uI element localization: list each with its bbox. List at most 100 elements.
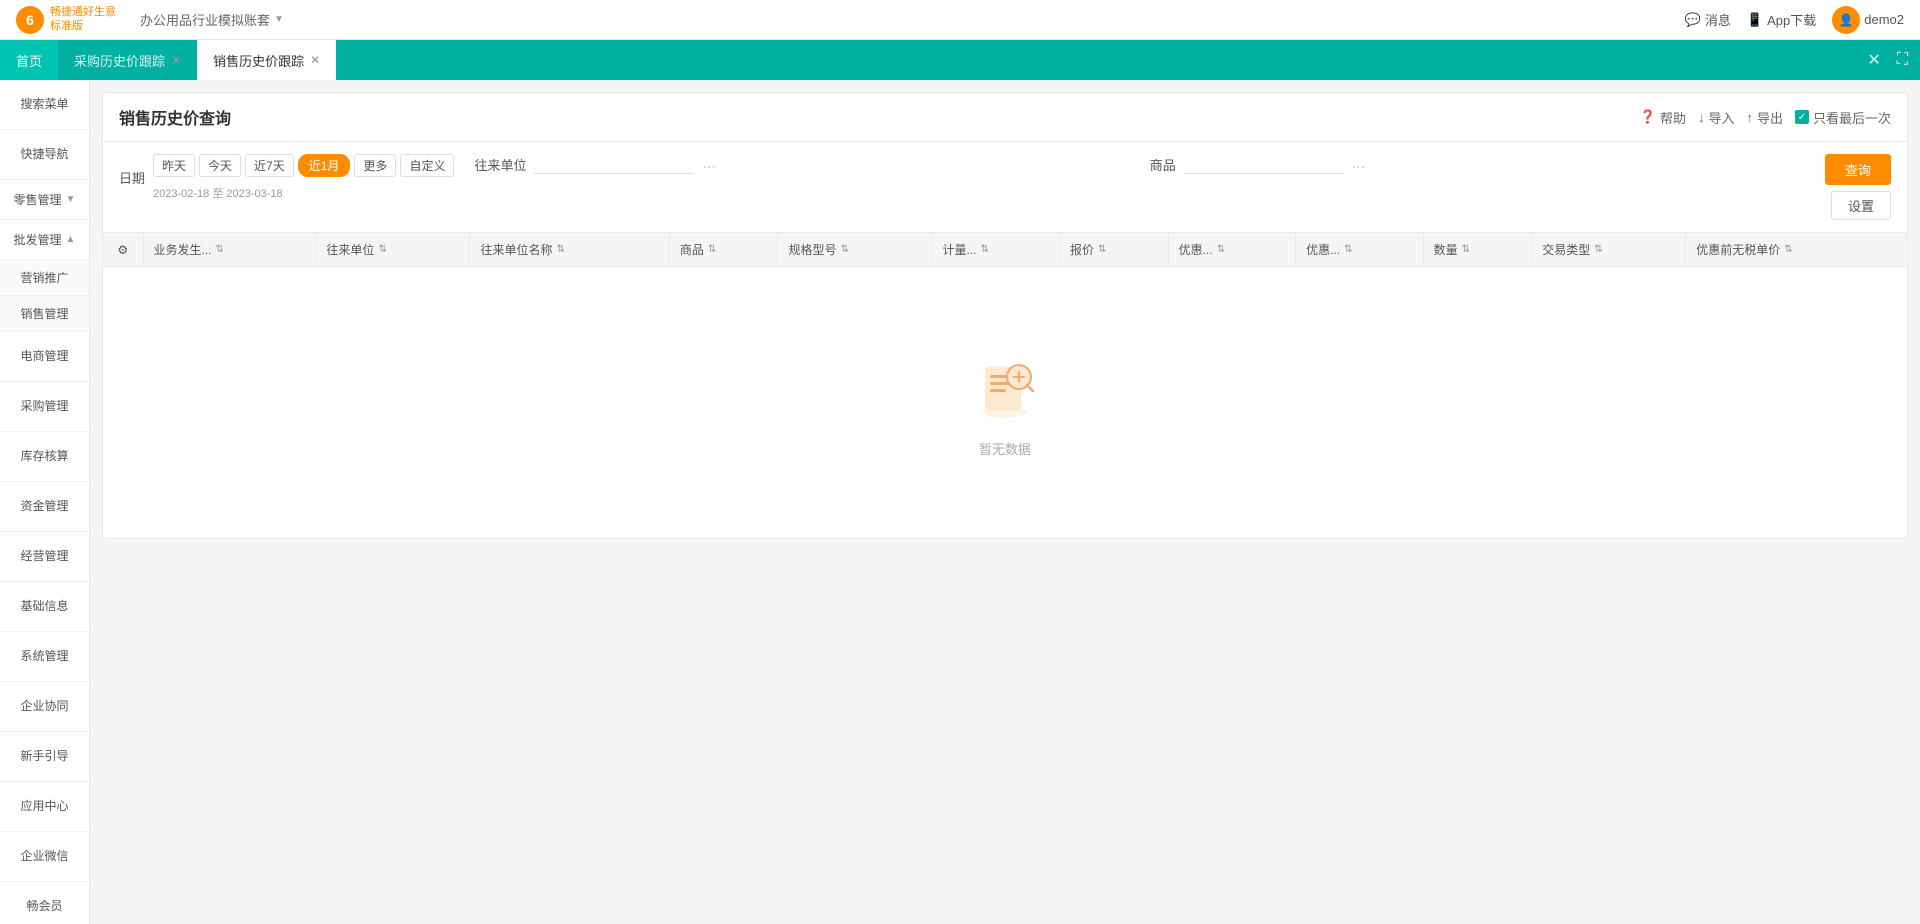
sidebar-vipmember-label: 畅会员 <box>26 899 62 915</box>
export-btn[interactable]: ↑ 导出 <box>1746 108 1783 127</box>
date-btn-7days[interactable]: 近7天 <box>245 154 294 177</box>
date-filter-group: 日期 昨天 今天 近7天 近1月 更多 自定义 2023-02-18 至 202… <box>119 154 454 201</box>
date-btn-more[interactable]: 更多 <box>354 154 396 177</box>
filter-area: 日期 昨天 今天 近7天 近1月 更多 自定义 2023-02-18 至 202… <box>103 142 1907 233</box>
goods-dots-btn[interactable]: ... <box>1352 155 1365 173</box>
empty-illustration <box>965 347 1045 427</box>
sidebar-corpcollab-label: 企业协同 <box>20 699 68 715</box>
user-area[interactable]: 👤 demo2 <box>1832 6 1904 34</box>
sidebar-operations-label: 经营管理 <box>20 549 68 565</box>
only-last-area[interactable]: ✓ 只看最后一次 <box>1795 108 1891 127</box>
th-settings[interactable]: ⚙ <box>103 233 143 267</box>
help-btn[interactable]: ❓ 帮助 <box>1640 108 1686 127</box>
sort-icon-counterpart-name: ⇅ <box>556 244 564 255</box>
setting-button[interactable]: 设置 <box>1831 191 1891 220</box>
th-counterpart-code[interactable]: 往来单位 ⇅ <box>316 233 470 267</box>
logo-text: 畅捷通好生意 标准版 <box>50 6 116 32</box>
app-download-action[interactable]: 📱 App下载 <box>1747 10 1816 29</box>
message-icon: 💬 <box>1685 12 1701 28</box>
sidebar-marketing-label: 营销推广 <box>20 269 68 286</box>
sidebar-inventory-label: 库存核算 <box>20 449 68 465</box>
help-icon: ❓ <box>1640 109 1656 125</box>
dropdown-icon: ▼ <box>274 14 284 25</box>
sidebar-item-corp-wechat[interactable]: 企业微信 <box>0 832 89 882</box>
goods-filter-group: 商品 ... <box>1150 154 1805 174</box>
chevron-up-icon: ▲ <box>66 234 76 245</box>
phone-icon: 📱 <box>1747 12 1763 28</box>
page-card: 销售历史价查询 ❓ 帮助 ↓ 导入 ↑ 导出 ✓ <box>102 92 1908 539</box>
sidebar-item-purchase-mgmt[interactable]: 采购管理 <box>0 382 89 432</box>
date-btn-custom[interactable]: 自定义 <box>400 154 454 177</box>
sidebar-quicknav-label: 快捷导航 <box>20 147 68 163</box>
sidebar-item-system-mgmt[interactable]: 系统管理 <box>0 632 89 682</box>
sort-icon-spec: ⇅ <box>840 244 848 255</box>
filter-actions: 查询 设置 <box>1825 154 1891 220</box>
tab-home-label: 首页 <box>16 51 42 70</box>
th-discount1[interactable]: 优惠... ⇅ <box>1168 233 1296 267</box>
tab-sales-close[interactable]: ✕ <box>310 54 320 66</box>
sidebar-item-retail-mgmt[interactable]: 零售管理 ▼ <box>0 180 89 220</box>
date-btn-today[interactable]: 今天 <box>199 154 241 177</box>
tab-close-all-btn[interactable]: ✕ <box>1863 46 1884 74</box>
sidebar: 搜索菜单 快捷导航 零售管理 ▼ 批发管理 ▲ 营销推广 销售管理 电商管理 采… <box>0 80 90 924</box>
date-btn-yesterday[interactable]: 昨天 <box>153 154 195 177</box>
tab-sales-history[interactable]: 销售历史价跟踪 ✕ <box>197 40 336 80</box>
th-discount2[interactable]: 优惠... ⇅ <box>1296 233 1424 267</box>
app-title: 办公用品行业模拟账套 <box>140 10 270 29</box>
sidebar-item-finance[interactable]: 资金管理 <box>0 482 89 532</box>
header-right: 💬 消息 📱 App下载 👤 demo2 <box>1685 6 1904 34</box>
date-buttons: 昨天 今天 近7天 近1月 更多 自定义 <box>153 154 454 177</box>
import-btn[interactable]: ↓ 导入 <box>1698 108 1735 127</box>
tab-sales-label: 销售历史价跟踪 <box>213 51 304 70</box>
sidebar-item-ecommerce[interactable]: 电商管理 <box>0 332 89 382</box>
header-left: 6 畅捷通好生意 标准版 办公用品行业模拟账套 ▼ <box>16 6 284 34</box>
date-btn-1month[interactable]: 近1月 <box>298 154 351 177</box>
sidebar-ecommerce-label: 电商管理 <box>20 349 68 365</box>
th-price[interactable]: 报价 ⇅ <box>1059 233 1168 267</box>
sort-icon-trade-type: ⇅ <box>1594 244 1602 255</box>
th-pretax-price[interactable]: 优惠前无税单价 ⇅ <box>1686 233 1907 267</box>
import-icon: ↓ <box>1698 110 1705 125</box>
sidebar-purchase-label: 采购管理 <box>20 399 68 415</box>
sort-icon-biz-date: ⇅ <box>216 244 224 255</box>
date-range-text: 2023-02-18 至 2023-03-18 <box>153 185 454 201</box>
counterpart-filter-group: 往来单位 ... <box>474 154 1129 174</box>
only-last-checkbox[interactable]: ✓ <box>1795 110 1809 124</box>
sidebar-item-vip-member[interactable]: 畅会员 <box>0 882 89 924</box>
th-quantity[interactable]: 数量 ⇅ <box>1423 233 1532 267</box>
sort-icon-goods: ⇅ <box>708 244 716 255</box>
app-title-area[interactable]: 办公用品行业模拟账套 ▼ <box>140 10 284 29</box>
tab-purchase-close[interactable]: ✕ <box>171 54 181 66</box>
th-spec[interactable]: 规格型号 ⇅ <box>778 233 932 267</box>
username: demo2 <box>1864 12 1904 27</box>
th-counterpart-name[interactable]: 往来单位名称 ⇅ <box>470 233 669 267</box>
tab-home[interactable]: 首页 <box>0 40 58 80</box>
goods-input[interactable] <box>1184 154 1344 174</box>
sidebar-item-corp-collab[interactable]: 企业协同 <box>0 682 89 732</box>
sidebar-item-new-guide[interactable]: 新手引导 <box>0 732 89 782</box>
tab-fullscreen-btn[interactable]: ⛶ <box>1893 47 1912 73</box>
sidebar-item-operations[interactable]: 经营管理 <box>0 532 89 582</box>
top-header: 6 畅捷通好生意 标准版 办公用品行业模拟账套 ▼ 💬 消息 📱 App下载 👤… <box>0 0 1920 40</box>
sidebar-item-wholesale-mgmt[interactable]: 批发管理 ▲ <box>0 220 89 260</box>
sidebar-item-search-menu[interactable]: 搜索菜单 <box>0 80 89 130</box>
counterpart-input[interactable] <box>534 154 694 174</box>
th-goods[interactable]: 商品 ⇅ <box>669 233 778 267</box>
query-button[interactable]: 查询 <box>1825 154 1891 185</box>
sidebar-item-quick-nav[interactable]: 快捷导航 <box>0 130 89 180</box>
th-biz-date[interactable]: 业务发生... ⇅ <box>143 233 316 267</box>
sort-icon-quantity: ⇅ <box>1462 244 1470 255</box>
sidebar-item-inventory[interactable]: 库存核算 <box>0 432 89 482</box>
sort-icon-pretax-price: ⇅ <box>1784 244 1792 255</box>
sidebar-item-marketing[interactable]: 营销推广 <box>0 260 89 296</box>
th-trade-type[interactable]: 交易类型 ⇅ <box>1532 233 1686 267</box>
tab-purchase-history[interactable]: 采购历史价跟踪 ✕ <box>58 40 197 80</box>
th-unit[interactable]: 计量... ⇅ <box>932 233 1060 267</box>
message-action[interactable]: 💬 消息 <box>1685 10 1731 29</box>
counterpart-dots-btn[interactable]: ... <box>702 155 715 173</box>
sidebar-item-basic-info[interactable]: 基础信息 <box>0 582 89 632</box>
sidebar-item-sales-mgmt[interactable]: 销售管理 <box>0 296 89 332</box>
sidebar-basicinfo-label: 基础信息 <box>20 599 68 615</box>
sidebar-item-app-center[interactable]: 应用中心 <box>0 782 89 832</box>
sort-icon-price: ⇅ <box>1098 244 1106 255</box>
